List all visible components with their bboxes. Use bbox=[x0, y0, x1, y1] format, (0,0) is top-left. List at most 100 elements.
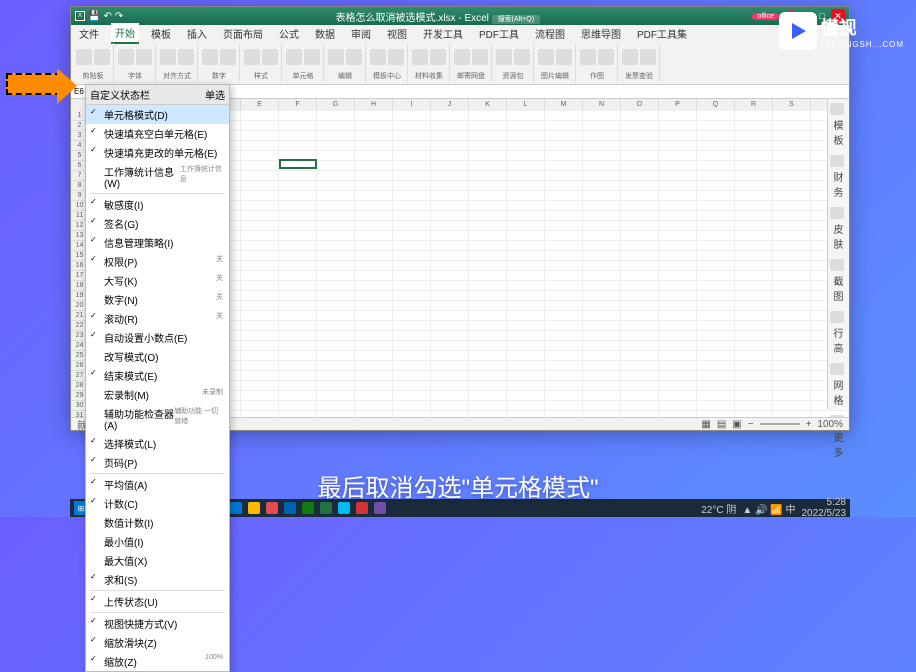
context-menu-item[interactable]: 缩放(Z)100% bbox=[86, 652, 229, 671]
column-header[interactable]: Q bbox=[697, 99, 735, 111]
context-menu-item[interactable]: 最大值(X) bbox=[86, 551, 229, 570]
clock-date[interactable]: 2022/5/23 bbox=[802, 508, 847, 519]
column-header[interactable]: J bbox=[431, 99, 469, 111]
ribbon-button[interactable] bbox=[286, 49, 302, 65]
context-menu-item[interactable]: 快速填充空白单元格(E) bbox=[86, 124, 229, 143]
ribbon-button[interactable] bbox=[598, 49, 614, 65]
side-panel-item[interactable]: 模板 bbox=[830, 103, 847, 147]
column-header[interactable]: E bbox=[241, 99, 279, 111]
context-menu-item[interactable]: 滚动(R)关 bbox=[86, 309, 229, 328]
ribbon-tab[interactable]: 审阅 bbox=[347, 24, 375, 43]
ribbon-tab[interactable]: 思维导图 bbox=[577, 24, 625, 43]
ribbon-tab[interactable]: 插入 bbox=[183, 24, 211, 43]
search-box[interactable]: 搜索(Alt+Q) bbox=[492, 15, 540, 24]
app-icon[interactable] bbox=[356, 502, 368, 514]
ribbon-tab[interactable]: 开始 bbox=[111, 23, 139, 44]
context-menu-item[interactable]: 宏录制(M)未录制 bbox=[86, 385, 229, 404]
zoom-in-icon[interactable]: + bbox=[806, 419, 812, 430]
context-menu-item[interactable]: 签名(G) bbox=[86, 214, 229, 233]
ribbon-button[interactable] bbox=[580, 49, 596, 65]
context-menu-item[interactable]: 敏感度(I) bbox=[86, 195, 229, 214]
context-menu-item[interactable]: 信息管理策略(I) bbox=[86, 233, 229, 252]
column-header[interactable]: M bbox=[545, 99, 583, 111]
qat-redo-icon[interactable]: ↷ bbox=[115, 11, 123, 22]
ribbon-button[interactable] bbox=[94, 49, 110, 65]
context-menu-item[interactable]: 页码(P) bbox=[86, 453, 229, 472]
context-menu-item[interactable]: 选择模式(L) bbox=[86, 434, 229, 453]
column-header[interactable]: K bbox=[469, 99, 507, 111]
side-panel-item[interactable]: 截图 bbox=[830, 259, 847, 303]
context-menu-item[interactable]: 求和(S) bbox=[86, 570, 229, 589]
ribbon-tab[interactable]: 页面布局 bbox=[219, 24, 267, 43]
ribbon-button[interactable] bbox=[304, 49, 320, 65]
column-header[interactable]: H bbox=[355, 99, 393, 111]
app-icon[interactable] bbox=[230, 502, 242, 514]
context-menu-item[interactable]: 权限(P)关 bbox=[86, 252, 229, 271]
column-header[interactable]: P bbox=[659, 99, 697, 111]
context-menu-item[interactable]: 数值计数(I) bbox=[86, 513, 229, 532]
ribbon-button[interactable] bbox=[262, 49, 278, 65]
app-icon[interactable] bbox=[284, 502, 296, 514]
ribbon-tab[interactable]: 模板 bbox=[147, 24, 175, 43]
ribbon-button[interactable] bbox=[178, 49, 194, 65]
zoom-out-icon[interactable]: − bbox=[748, 419, 754, 430]
column-header[interactable]: N bbox=[583, 99, 621, 111]
ribbon-button[interactable] bbox=[640, 49, 656, 65]
ribbon-button[interactable] bbox=[160, 49, 176, 65]
context-menu-item[interactable]: 自动设置小数点(E) bbox=[86, 328, 229, 347]
side-panel-item[interactable]: 网格 bbox=[830, 363, 847, 407]
app-icon[interactable] bbox=[374, 502, 386, 514]
selected-cell[interactable] bbox=[279, 159, 317, 169]
ribbon-tab[interactable]: 流程图 bbox=[531, 24, 569, 43]
column-header[interactable]: G bbox=[317, 99, 355, 111]
app-icon[interactable] bbox=[320, 502, 332, 514]
ribbon-button[interactable] bbox=[622, 49, 638, 65]
ribbon-button[interactable] bbox=[514, 49, 530, 65]
ribbon-button[interactable] bbox=[220, 49, 236, 65]
context-menu-item[interactable]: 数字(N)关 bbox=[86, 290, 229, 309]
side-panel-item[interactable]: 皮肤 bbox=[830, 207, 847, 251]
column-header[interactable]: F bbox=[279, 99, 317, 111]
view-normal-icon[interactable]: ▦ bbox=[701, 419, 710, 430]
context-menu-item[interactable]: 视图快捷方式(V) bbox=[86, 614, 229, 633]
column-header[interactable]: L bbox=[507, 99, 545, 111]
context-menu-item[interactable]: 改写模式(O) bbox=[86, 347, 229, 366]
context-menu-item[interactable]: 最小值(I) bbox=[86, 532, 229, 551]
ribbon-tab[interactable]: 公式 bbox=[275, 24, 303, 43]
ribbon-button[interactable] bbox=[346, 49, 362, 65]
context-menu-item[interactable]: 辅助功能检查器(A)辅助功能 一切就绪 bbox=[86, 404, 229, 434]
context-menu-item[interactable]: 工作簿统计信息(W)工作簿统计信息 bbox=[86, 162, 229, 192]
ribbon-tab[interactable]: 视图 bbox=[383, 24, 411, 43]
ribbon-button[interactable] bbox=[472, 49, 488, 65]
ribbon-button[interactable] bbox=[430, 49, 446, 65]
app-icon[interactable] bbox=[302, 502, 314, 514]
ribbon-button[interactable] bbox=[556, 49, 572, 65]
qat-save-icon[interactable]: 💾 bbox=[88, 11, 100, 22]
ribbon-button[interactable] bbox=[538, 49, 554, 65]
view-break-icon[interactable]: ▣ bbox=[732, 419, 741, 430]
ribbon-button[interactable] bbox=[136, 49, 152, 65]
ribbon-button[interactable] bbox=[412, 49, 428, 65]
ribbon-button[interactable] bbox=[388, 49, 404, 65]
zoom-slider[interactable] bbox=[760, 423, 800, 425]
ribbon-tab[interactable]: PDF工具 bbox=[475, 24, 523, 43]
app-icon[interactable] bbox=[338, 502, 350, 514]
column-header[interactable]: R bbox=[735, 99, 773, 111]
ribbon-button[interactable] bbox=[118, 49, 134, 65]
ribbon-tab[interactable]: 数据 bbox=[311, 24, 339, 43]
side-panel-item[interactable]: 财务 bbox=[830, 155, 847, 199]
context-menu-item[interactable]: 上传状态(U) bbox=[86, 592, 229, 611]
view-page-icon[interactable]: ▤ bbox=[717, 419, 726, 430]
context-menu-item[interactable]: 结束模式(E) bbox=[86, 366, 229, 385]
context-menu-item[interactable]: 缩放滑块(Z) bbox=[86, 633, 229, 652]
column-header[interactable]: O bbox=[621, 99, 659, 111]
app-icon[interactable] bbox=[266, 502, 278, 514]
ribbon-button[interactable] bbox=[454, 49, 470, 65]
ribbon-button[interactable] bbox=[202, 49, 218, 65]
ribbon-button[interactable] bbox=[370, 49, 386, 65]
context-menu-item[interactable]: 计数(C) bbox=[86, 494, 229, 513]
side-panel-item[interactable]: 行高 bbox=[830, 311, 847, 355]
ribbon-button[interactable] bbox=[76, 49, 92, 65]
qat-undo-icon[interactable]: ↶ bbox=[103, 11, 111, 22]
ribbon-tab[interactable]: 开发工具 bbox=[419, 24, 467, 43]
